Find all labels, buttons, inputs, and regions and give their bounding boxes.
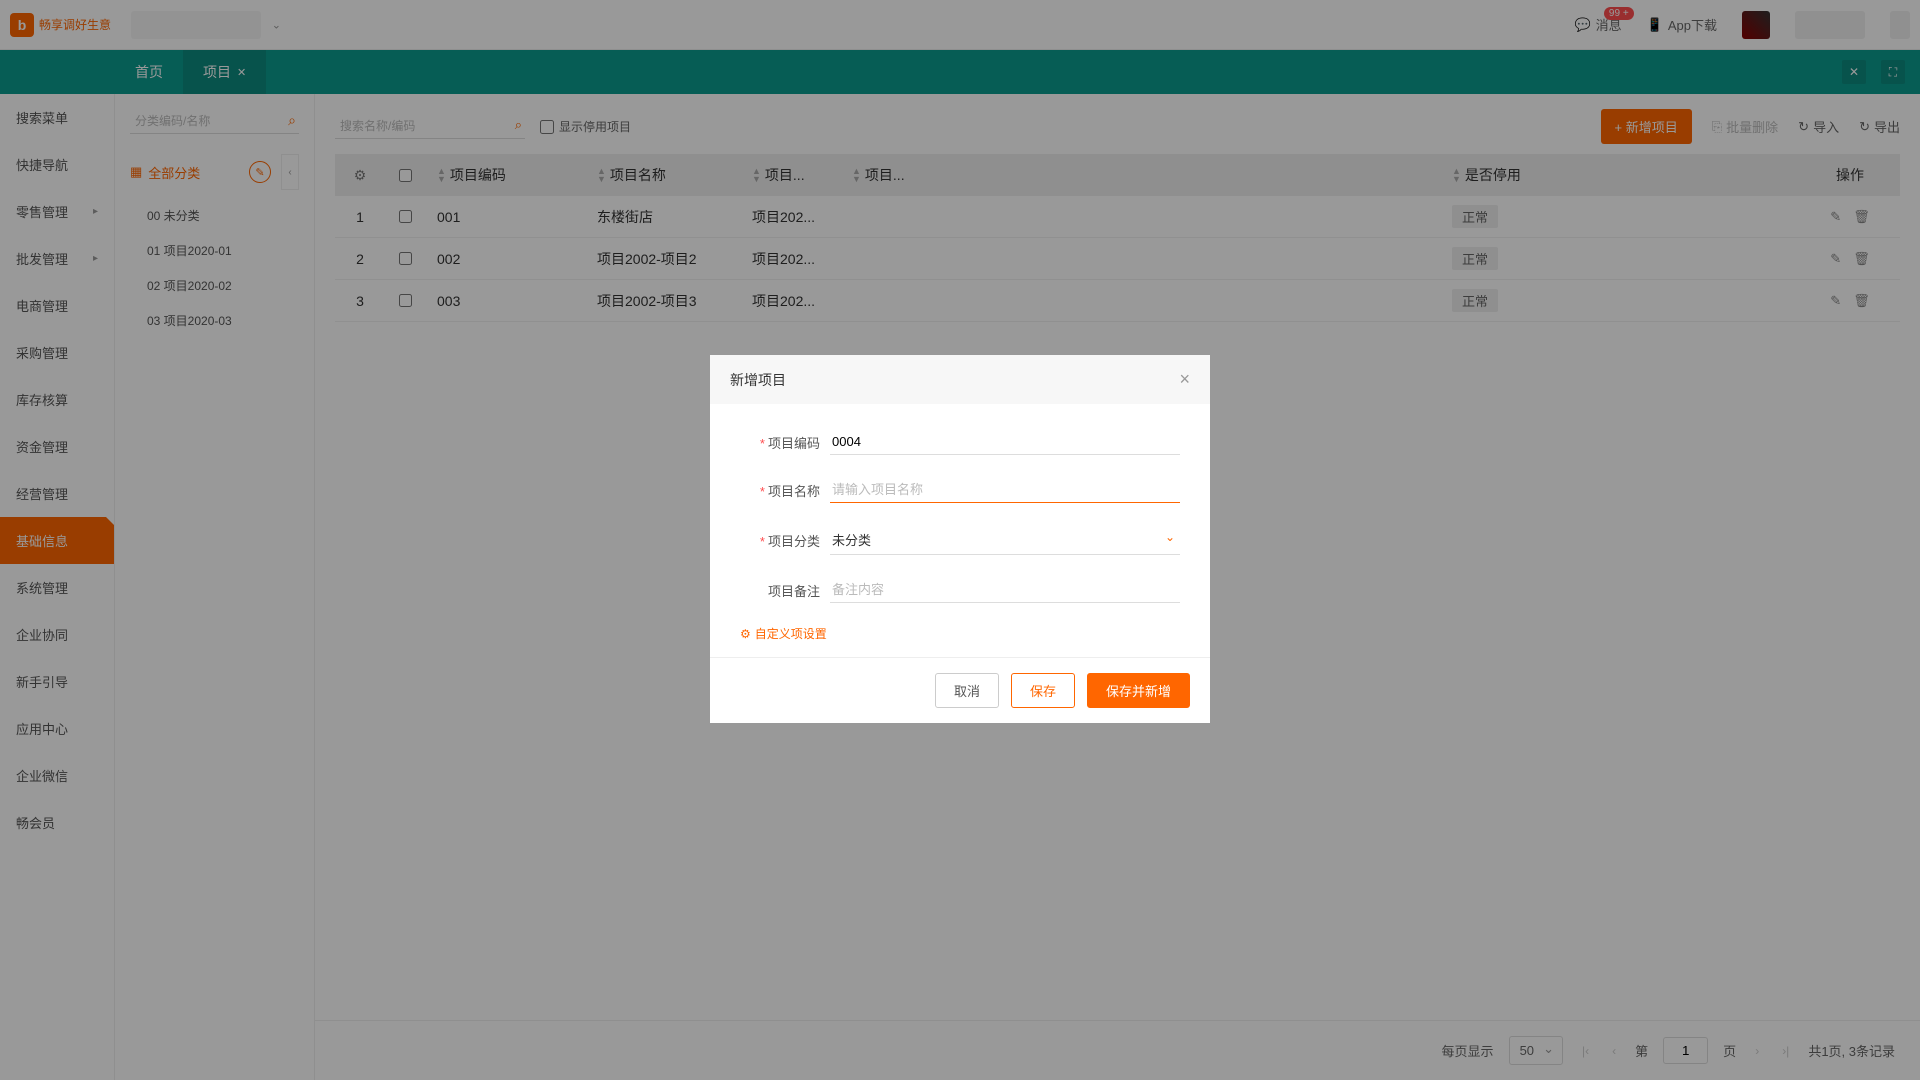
project-code-input[interactable]	[830, 429, 1180, 455]
modal-footer: 取消 保存 保存并新增	[710, 657, 1210, 723]
field-category-label: *项目分类	[740, 531, 820, 550]
chevron-down-icon: ⌄	[1165, 530, 1175, 544]
save-button[interactable]: 保存	[1011, 673, 1075, 708]
modal-body: *项目编码 *项目名称 *项目分类 未分类 ⌄ 项目备注 ⚙ 自定义项设置	[710, 404, 1210, 657]
add-project-modal: 新增项目 × *项目编码 *项目名称 *项目分类 未分类 ⌄ 项目备注 ⚙ 自定…	[710, 355, 1210, 723]
project-remark-input[interactable]	[830, 577, 1180, 603]
field-remark-label: 项目备注	[740, 581, 820, 600]
save-and-new-button[interactable]: 保存并新增	[1087, 673, 1190, 708]
project-category-select[interactable]: 未分类 ⌄	[830, 525, 1180, 555]
custom-link-label: 自定义项设置	[755, 625, 827, 642]
form-row-category: *项目分类 未分类 ⌄	[740, 525, 1180, 555]
project-name-input[interactable]	[830, 477, 1180, 503]
field-code-label: *项目编码	[740, 433, 820, 452]
form-row-remark: 项目备注	[740, 577, 1180, 603]
modal-title: 新增项目	[730, 370, 786, 390]
modal-header: 新增项目 ×	[710, 355, 1210, 404]
category-value: 未分类	[832, 533, 871, 548]
custom-field-settings-link[interactable]: ⚙ 自定义项设置	[740, 625, 1180, 642]
form-row-code: *项目编码	[740, 429, 1180, 455]
field-name-label: *项目名称	[740, 481, 820, 500]
gear-icon: ⚙	[740, 627, 751, 641]
form-row-name: *项目名称	[740, 477, 1180, 503]
cancel-button[interactable]: 取消	[935, 673, 999, 708]
modal-close-button[interactable]: ×	[1179, 369, 1190, 390]
